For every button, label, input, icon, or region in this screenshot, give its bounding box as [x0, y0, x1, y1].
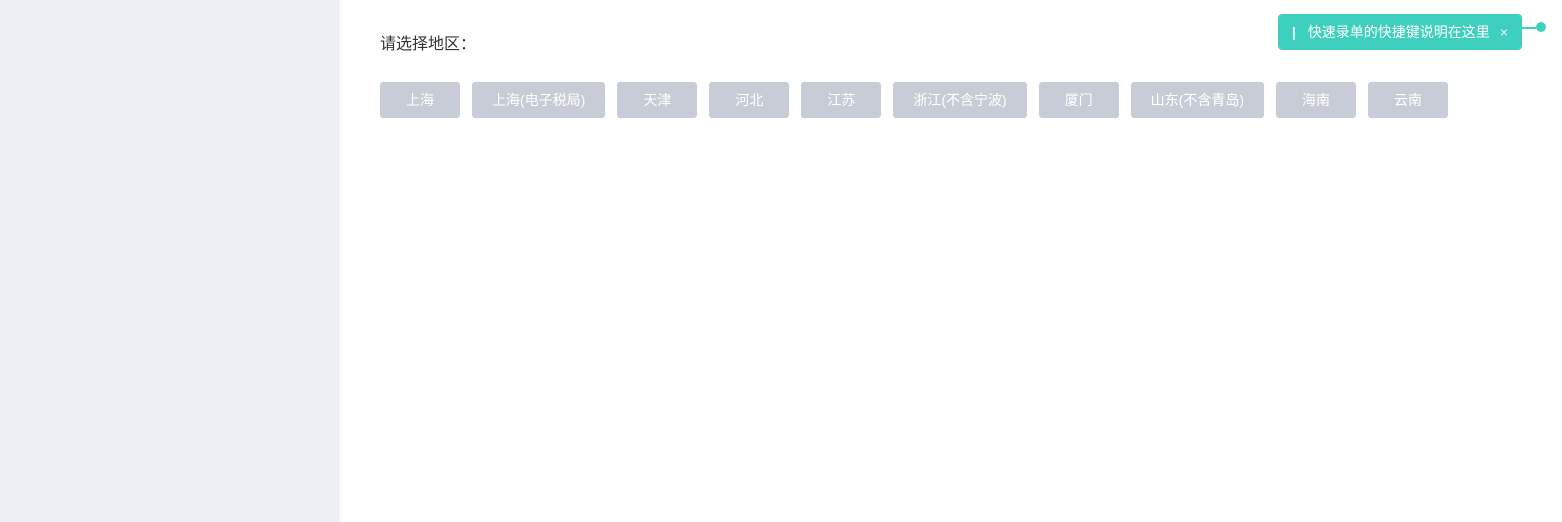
region-btn-shanghai[interactable]: 上海	[380, 82, 460, 118]
region-btn-hebei[interactable]: 河北	[709, 82, 789, 118]
region-btn-tianjin[interactable]: 天津	[617, 82, 697, 118]
region-btn-yunnan[interactable]: 云南	[1368, 82, 1448, 118]
tooltip-text: 快速录单的快捷键说明在这里	[1308, 22, 1490, 42]
tooltip-banner: 快速录单的快捷键说明在这里 ×	[1278, 14, 1522, 50]
left-sidebar	[0, 0, 340, 522]
tooltip-connector-dot	[1536, 22, 1546, 32]
region-btn-zhejiang[interactable]: 浙江(不含宁波)	[893, 82, 1026, 118]
region-buttons: 上海上海(电子税局) 天津河北江苏浙江(不含宁波) 厦门山东(不含青岛) 海南云南	[380, 82, 1522, 118]
region-btn-shanghai-etax[interactable]: 上海(电子税局)	[472, 82, 605, 118]
region-btn-hainan[interactable]: 海南	[1276, 82, 1356, 118]
main-content: 请选择地区： 上海上海(电子税局)天津河北江苏浙江(不含宁波)厦门山东(不含青岛…	[340, 0, 1562, 522]
tooltip-close-button[interactable]: ×	[1500, 24, 1508, 40]
region-btn-shandong[interactable]: 山东(不含青岛)	[1131, 82, 1264, 118]
region-btn-xiamen[interactable]: 厦门	[1039, 82, 1119, 118]
tooltip-connector-line	[1522, 27, 1536, 29]
region-btn-jiangsu[interactable]: 江苏	[801, 82, 881, 118]
